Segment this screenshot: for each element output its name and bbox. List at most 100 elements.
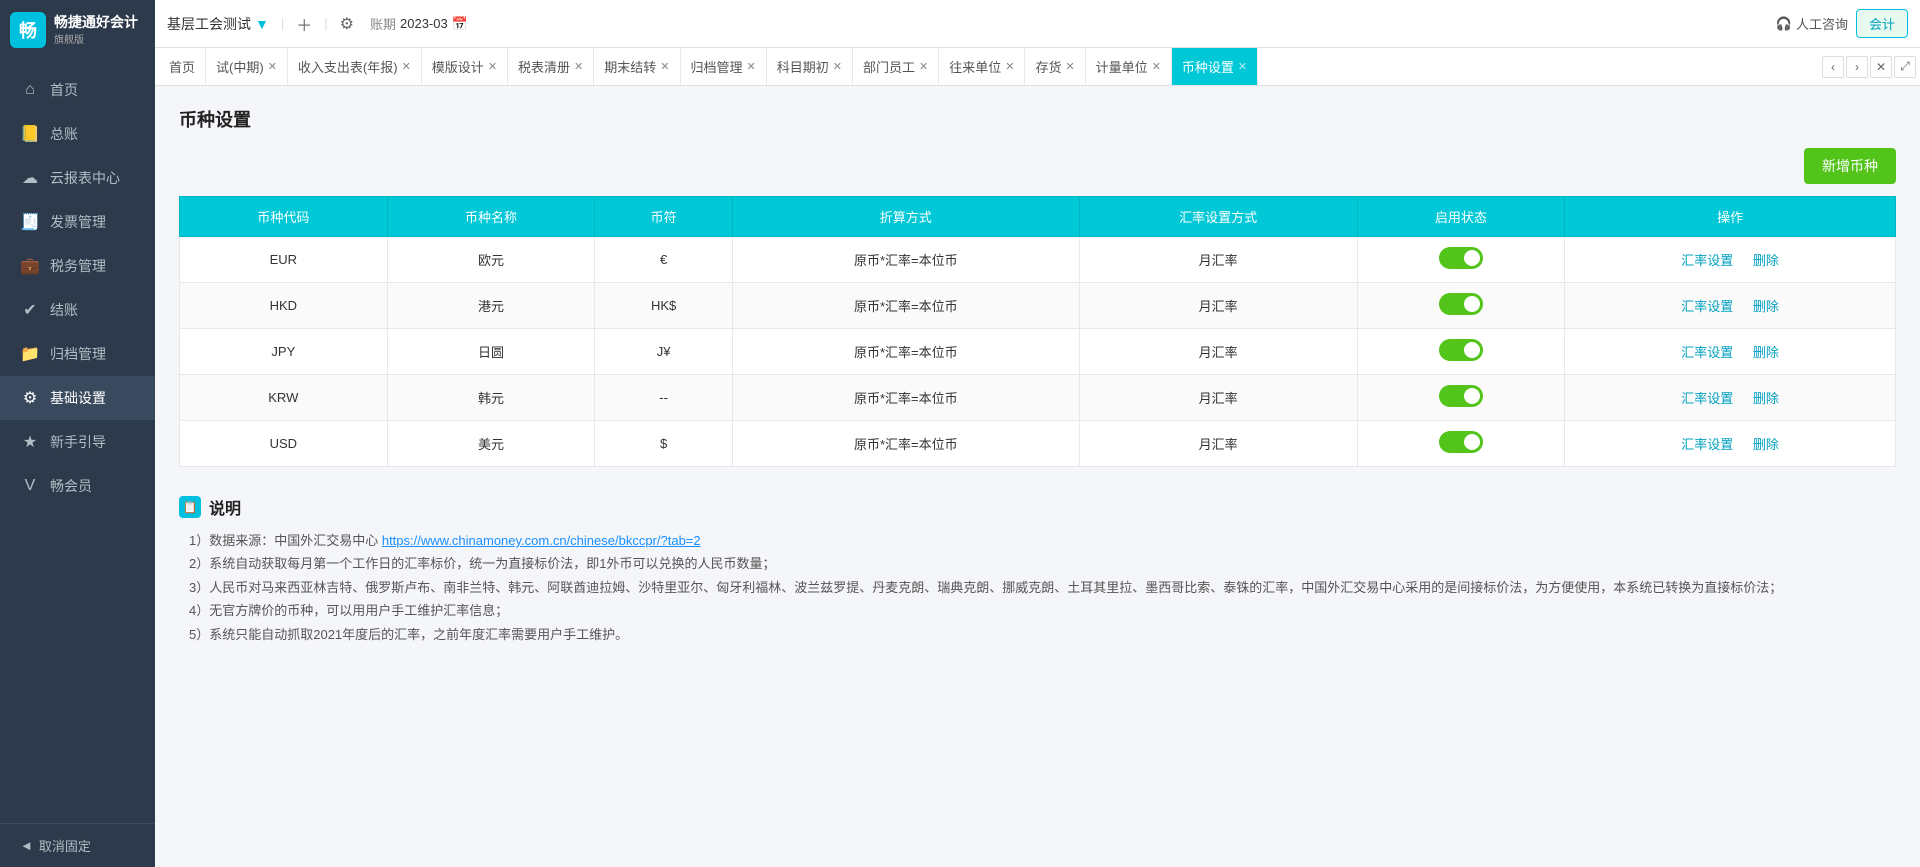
note-item-2: 2）系统自动获取每月第一个工作日的汇率标价，统一为直接标价法，即1外币可以兑换的… — [189, 552, 1896, 575]
tab-dept[interactable]: 部门员工 ✕ — [853, 48, 939, 86]
tab-archive-close[interactable]: ✕ — [747, 60, 756, 73]
tab-prev-button[interactable]: ‹ — [1822, 56, 1844, 78]
cell-action: 汇率设置 删除 — [1565, 329, 1896, 375]
status-toggle[interactable] — [1439, 247, 1483, 269]
cell-code: HKD — [180, 283, 388, 329]
cell-symbol: $ — [595, 421, 733, 467]
rate-settings-button[interactable]: 汇率设置 — [1681, 296, 1733, 315]
sidebar-item-ledger[interactable]: 📒 总账 — [0, 112, 155, 156]
new-currency-button[interactable]: 新增币种 — [1804, 148, 1896, 184]
tab-unit-label: 计量单位 — [1096, 57, 1148, 76]
tab-subjects[interactable]: 科目期初 ✕ — [767, 48, 853, 86]
action-bar: 新增币种 — [179, 148, 1896, 184]
col-header-action: 操作 — [1565, 197, 1896, 237]
company-name: 基层工会测试 — [167, 14, 251, 34]
cell-status — [1357, 283, 1565, 329]
content-area: 币种设置 新增币种 币种代码 币种名称 币符 折算方式 汇率设置方式 启用状态 … — [155, 86, 1920, 867]
notes-link[interactable]: https://www.chinamoney.com.cn/chinese/bk… — [382, 533, 701, 548]
tab-trial-close[interactable]: ✕ — [268, 60, 277, 73]
tab-template-close[interactable]: ✕ — [488, 60, 497, 73]
tab-home[interactable]: 首页 — [159, 48, 206, 86]
status-toggle[interactable] — [1439, 385, 1483, 407]
rate-settings-button[interactable]: 汇率设置 — [1681, 434, 1733, 453]
col-header-calc: 折算方式 — [732, 197, 1079, 237]
sidebar-item-invoice[interactable]: 🧾 发票管理 — [0, 200, 155, 244]
tab-expand-button[interactable]: ⤢ — [1894, 56, 1916, 78]
tab-contacts-label: 往来单位 — [949, 57, 1001, 76]
sidebar-item-guide[interactable]: ★ 新手引导 — [0, 420, 155, 464]
sidebar-label-close: 结账 — [50, 300, 78, 320]
cell-calc: 原币*汇率=本位币 — [732, 283, 1079, 329]
status-toggle[interactable] — [1439, 431, 1483, 453]
tab-tax-label: 税表清册 — [518, 57, 570, 76]
cell-calc: 原币*汇率=本位币 — [732, 329, 1079, 375]
rate-settings-button[interactable]: 汇率设置 — [1681, 250, 1733, 269]
tab-unit[interactable]: 计量单位 ✕ — [1086, 48, 1172, 86]
delete-button[interactable]: 删除 — [1753, 250, 1779, 269]
rate-settings-button[interactable]: 汇率设置 — [1681, 388, 1733, 407]
tab-income-label: 收入支出表(年报) — [298, 57, 398, 76]
status-toggle[interactable] — [1439, 339, 1483, 361]
tab-next-button[interactable]: › — [1846, 56, 1868, 78]
rate-settings-button[interactable]: 汇率设置 — [1681, 342, 1733, 361]
tab-closeall-button[interactable]: ✕ — [1870, 56, 1892, 78]
company-selector[interactable]: 基层工会测试 ▼ — [167, 14, 269, 34]
delete-button[interactable]: 删除 — [1753, 296, 1779, 315]
currency-table: 币种代码 币种名称 币符 折算方式 汇率设置方式 启用状态 操作 EUR 欧元 … — [179, 196, 1896, 467]
sidebar-item-reports[interactable]: ☁ 云报表中心 — [0, 156, 155, 200]
tab-tax-close[interactable]: ✕ — [574, 60, 583, 73]
cell-status — [1357, 421, 1565, 467]
cell-rate-type: 月汇率 — [1079, 329, 1357, 375]
page-title: 币种设置 — [179, 106, 1896, 132]
delete-button[interactable]: 删除 — [1753, 434, 1779, 453]
period-label: 账期 — [370, 14, 396, 33]
tab-template-label: 模版设计 — [432, 57, 484, 76]
calendar-icon[interactable]: 📅 — [452, 16, 468, 32]
sidebar-item-home[interactable]: ⌂ 首页 — [0, 68, 155, 112]
tab-unit-close[interactable]: ✕ — [1152, 60, 1161, 73]
logo-icon: 畅 — [10, 12, 46, 48]
notes-list: 1）数据来源：中国外汇交易中心 https://www.chinamoney.c… — [179, 529, 1896, 646]
cell-rate-type: 月汇率 — [1079, 237, 1357, 283]
logo-sub: 旗舰版 — [54, 31, 138, 46]
cell-name: 韩元 — [387, 375, 595, 421]
add-company-icon[interactable]: ＋ — [296, 12, 312, 36]
sidebar-item-close[interactable]: ✔ 结账 — [0, 288, 155, 332]
sidebar-item-settings[interactable]: ⚙ 基础设置 — [0, 376, 155, 420]
company-settings-icon[interactable]: ⚙ — [340, 14, 354, 34]
delete-button[interactable]: 删除 — [1753, 342, 1779, 361]
tab-trial[interactable]: 试(中期) ✕ — [206, 48, 288, 86]
delete-button[interactable]: 删除 — [1753, 388, 1779, 407]
tab-dept-label: 部门员工 — [863, 57, 915, 76]
tab-subjects-close[interactable]: ✕ — [833, 60, 842, 73]
help-button[interactable]: 🎧 人工咨询 — [1776, 14, 1848, 33]
tab-income-close[interactable]: ✕ — [402, 60, 411, 73]
cell-symbol: HK$ — [595, 283, 733, 329]
sidebar-pin-toggle[interactable]: ◄ 取消固定 — [0, 823, 155, 867]
tab-tax[interactable]: 税表清册 ✕ — [508, 48, 594, 86]
cell-rate-type: 月汇率 — [1079, 421, 1357, 467]
tab-contacts[interactable]: 往来单位 ✕ — [939, 48, 1025, 86]
home-icon: ⌂ — [20, 81, 40, 99]
account-button[interactable]: 会计 — [1856, 9, 1908, 38]
tab-period-end[interactable]: 期末结转 ✕ — [594, 48, 680, 86]
sidebar-label-archive: 归档管理 — [50, 344, 106, 364]
tabbar: 首页 试(中期) ✕ 收入支出表(年报) ✕ 模版设计 ✕ 税表清册 ✕ 期末结… — [155, 48, 1920, 86]
tab-archive[interactable]: 归档管理 ✕ — [681, 48, 767, 86]
tab-dept-close[interactable]: ✕ — [919, 60, 928, 73]
tab-income[interactable]: 收入支出表(年报) ✕ — [288, 48, 422, 86]
tab-inventory-close[interactable]: ✕ — [1065, 60, 1074, 73]
table-row: HKD 港元 HK$ 原币*汇率=本位币 月汇率 汇率设置 删除 — [180, 283, 1896, 329]
sidebar-item-tax[interactable]: 💼 税务管理 — [0, 244, 155, 288]
tab-period-end-close[interactable]: ✕ — [660, 60, 669, 73]
status-toggle[interactable] — [1439, 293, 1483, 315]
tab-inventory[interactable]: 存货 ✕ — [1025, 48, 1085, 86]
sidebar-label-invoice: 发票管理 — [50, 212, 106, 232]
tab-contacts-close[interactable]: ✕ — [1005, 60, 1014, 73]
cell-name: 美元 — [387, 421, 595, 467]
sidebar-item-member[interactable]: V 畅会员 — [0, 464, 155, 508]
tab-currency[interactable]: 币种设置 ✕ — [1172, 48, 1258, 86]
sidebar-item-archive[interactable]: 📁 归档管理 — [0, 332, 155, 376]
tab-template[interactable]: 模版设计 ✕ — [422, 48, 508, 86]
tab-currency-close[interactable]: ✕ — [1238, 60, 1247, 73]
